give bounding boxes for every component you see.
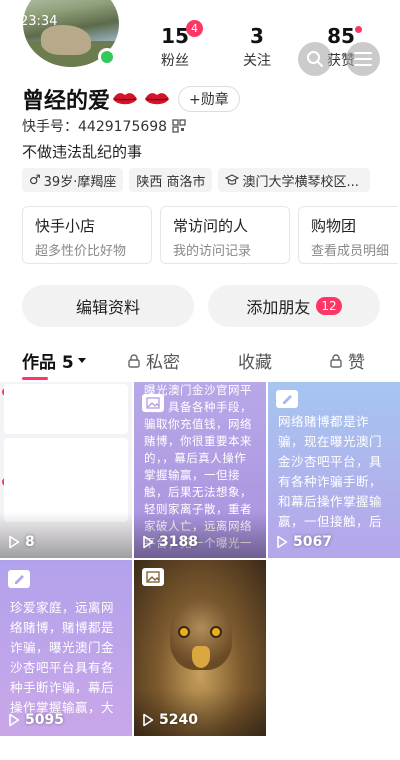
card-frequent-visitors[interactable]: 常访问的人 我的访问记录 (160, 206, 290, 264)
image-post-icon (142, 568, 164, 586)
play-count-value: 8 (25, 534, 35, 550)
card-shop[interactable]: 快手小店 超多性价比好物 (22, 206, 152, 264)
kuaishou-id: 快手号：4429175698 (22, 119, 168, 135)
play-count: 5240 (142, 712, 198, 728)
profile-header: 23:34 15 粉丝 4 3 关注 85 获赞 (0, 0, 400, 80)
tab-works-label: 作品 5 (22, 353, 74, 373)
play-icon (143, 535, 154, 549)
profile-tags: ♂ 39岁·摩羯座 陕西 商洛市 澳门大学横琴校区... (22, 168, 371, 192)
work-tile[interactable]: 8 (0, 382, 132, 558)
menu-button[interactable] (346, 42, 380, 76)
content-tabs: 作品 5 私密 收藏 赞 (0, 340, 400, 380)
card-visitors-subtitle: 我的访问记录 (173, 244, 252, 259)
play-icon (277, 535, 288, 549)
fans-label: 粉丝 (161, 53, 189, 69)
card-group-title: 购物团 (311, 217, 357, 235)
play-icon (9, 535, 20, 549)
work-tile[interactable]: 曝光澳门金沙官网平台，具备各种手段，骗取你充值钱，网络赌博，你很重要本来的，，幕… (134, 382, 266, 558)
screenshot-thumbnail (4, 384, 128, 434)
edit-profile-button[interactable]: 编辑资料 (22, 285, 194, 327)
add-friend-button[interactable]: 添加朋友 12 (208, 285, 380, 327)
tab-favorites-label: 收藏 (238, 353, 272, 373)
play-count: 5095 (8, 712, 64, 728)
action-row: 编辑资料 添加朋友 12 (22, 285, 380, 327)
tag-location-text: 陕西 商洛市 (136, 174, 206, 190)
card-visitors-title: 常访问的人 (173, 217, 249, 235)
search-icon (307, 51, 323, 67)
play-count: 3188 (142, 534, 198, 550)
play-count-value: 5067 (293, 534, 332, 550)
active-tab-indicator (22, 377, 48, 380)
edit-profile-label: 编辑资料 (75, 298, 140, 317)
tab-private[interactable]: 私密 (128, 348, 180, 373)
tag-school-text: 澳门大学横琴校区... (242, 174, 359, 190)
name-row: 曾经的爱 +勋章 (22, 84, 240, 114)
feature-cards: 快手小店 超多性价比好物 常访问的人 我的访问记录 购物团 查看成员明细 (22, 206, 398, 264)
image-post-icon (142, 394, 164, 412)
medal-button[interactable]: +勋章 (178, 86, 240, 112)
tag-age-text: 39岁·摩羯座 (43, 174, 117, 190)
play-count: 5067 (276, 534, 332, 550)
work-text: 网络赌博都是诈骗，现在曝光澳门金沙杏吧平台，具有各种诈骗手断，和幕后操作掌握输赢… (278, 414, 383, 529)
work-tile[interactable]: 5240 (134, 560, 266, 736)
menu-icon (354, 52, 372, 66)
work-tile[interactable]: 珍爱家庭，远离网络赌博，赌博都是诈骗，曝光澳门金沙杏吧平台具有各种手断诈骗，幕后… (0, 560, 132, 736)
tab-favorites[interactable]: 收藏 (238, 348, 272, 373)
stat-following[interactable]: 3 关注 (222, 24, 292, 70)
graduation-cap-icon (225, 174, 240, 185)
likes-notification-dot (355, 26, 362, 33)
online-status-dot (98, 48, 116, 66)
tab-works[interactable]: 作品 5 (22, 348, 87, 373)
add-friend-badge: 12 (316, 297, 342, 315)
tab-liked-label: 赞 (348, 353, 365, 373)
lips-icon (113, 93, 138, 105)
lock-icon (330, 353, 342, 368)
lips-icon (145, 93, 170, 105)
bio: 不做违法乱纪的事 (22, 143, 143, 161)
play-icon (9, 713, 20, 727)
search-button[interactable] (298, 42, 332, 76)
lips-emoji-icons (112, 90, 170, 108)
work-text: 珍爱家庭，远离网络赌博，赌博都是诈骗，曝光澳门金沙杏吧平台具有各种手断诈骗，幕后… (10, 600, 115, 715)
play-icon (143, 713, 154, 727)
male-icon: ♂ (29, 172, 41, 188)
status-time: 23:34 (20, 14, 58, 29)
tab-private-label: 私密 (146, 353, 180, 373)
text-post-icon (8, 570, 30, 588)
play-count-value: 5095 (25, 712, 64, 728)
card-shop-subtitle: 超多性价比好物 (35, 244, 127, 259)
profile-name: 曾经的爱 (22, 89, 111, 114)
card-group-subtitle: 查看成员明细 (311, 244, 390, 259)
lock-icon (128, 353, 140, 368)
work-tile[interactable]: 网络赌博都是诈骗，现在曝光澳门金沙杏吧平台，具有各种诈骗手断，和幕后操作掌握输赢… (268, 382, 400, 558)
play-count-value: 5240 (159, 712, 198, 728)
card-shop-title: 快手小店 (35, 217, 96, 235)
kuaishou-id-row[interactable]: 快手号：4429175698 (22, 116, 186, 136)
caret-down-icon (77, 357, 86, 363)
add-friend-label: 添加朋友 (246, 298, 311, 317)
play-count: 8 (8, 534, 35, 550)
play-count-value: 3188 (159, 534, 198, 550)
following-label: 关注 (243, 53, 271, 69)
tag-school[interactable]: 澳门大学横琴校区... (218, 168, 371, 192)
tab-liked[interactable]: 赞 (330, 348, 365, 373)
qr-code-icon (172, 119, 186, 133)
tag-age: ♂ 39岁·摩羯座 (22, 168, 124, 192)
tag-location: 陕西 商洛市 (129, 168, 213, 192)
fans-badge: 4 (186, 20, 203, 37)
text-post-icon (276, 390, 298, 408)
card-shopping-group[interactable]: 购物团 查看成员明细 (298, 206, 398, 264)
following-count: 3 (250, 24, 264, 48)
